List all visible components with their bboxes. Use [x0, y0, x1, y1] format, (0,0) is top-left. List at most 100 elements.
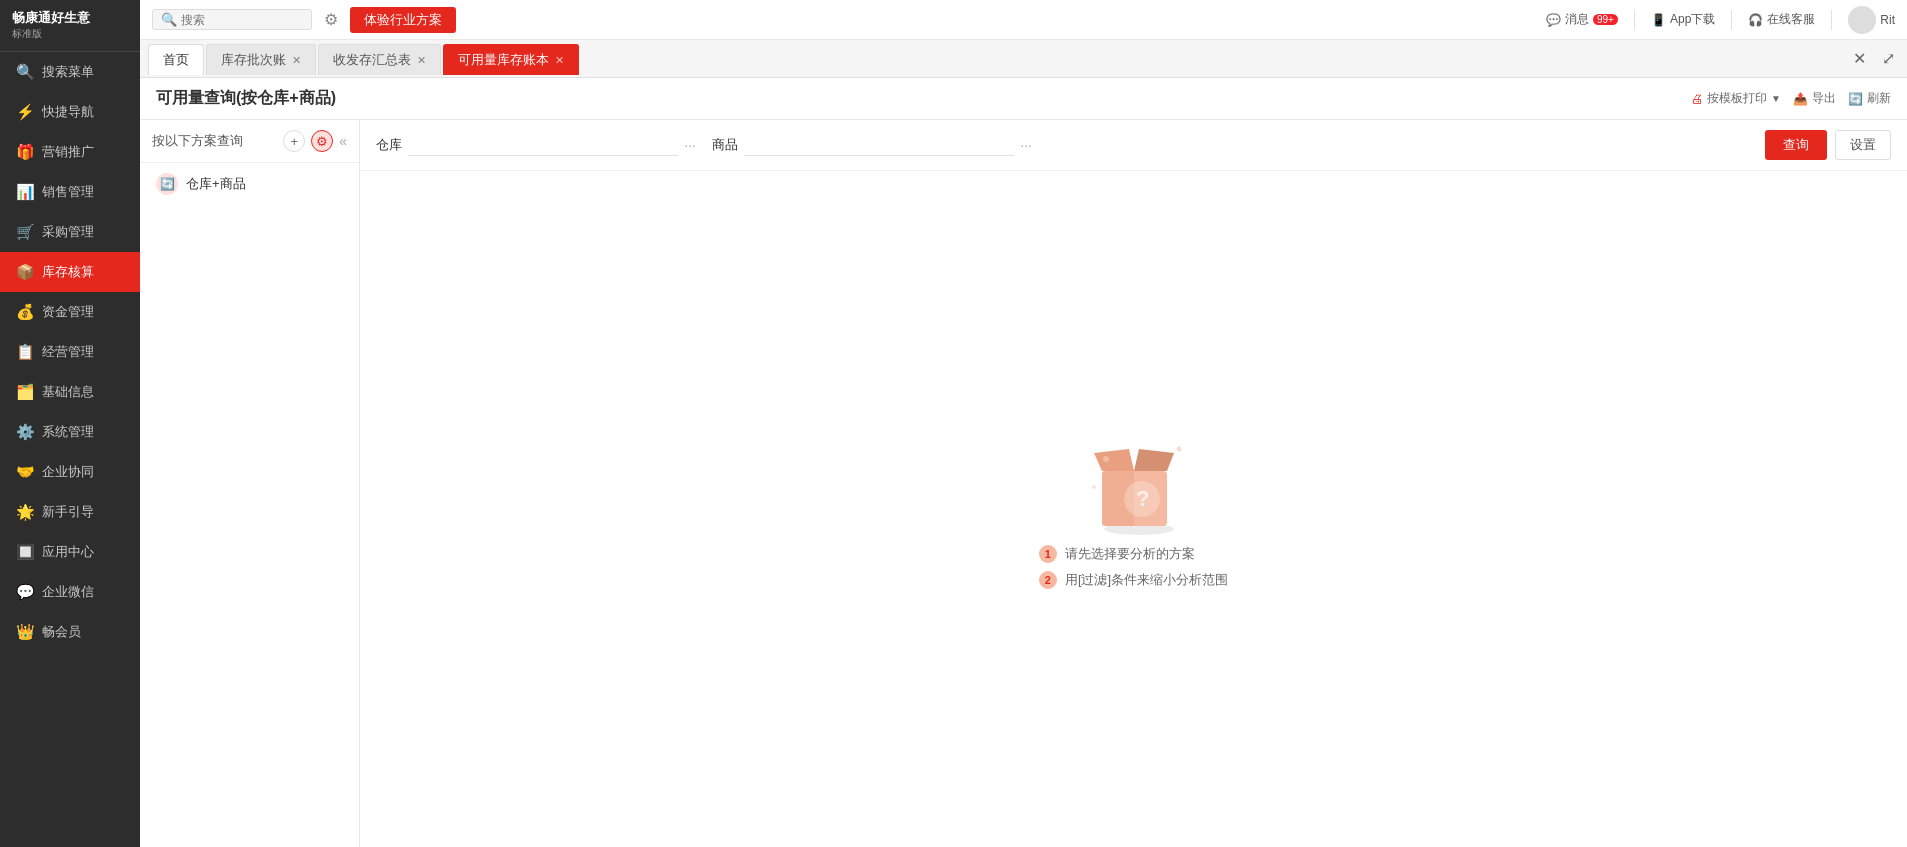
svg-marker-2: [1094, 449, 1134, 471]
brand-name: 畅康通好生意: [12, 10, 128, 27]
user-profile[interactable]: Rit: [1848, 6, 1895, 34]
search-input[interactable]: [181, 13, 291, 27]
add-scheme-button[interactable]: +: [283, 130, 305, 152]
filter-panel-title: 按以下方案查询: [152, 132, 243, 150]
sidebar-header: 畅康通好生意 标准版: [0, 0, 140, 52]
sidebar-item-label: 搜索菜单: [42, 63, 94, 81]
filter-panel: 按以下方案查询 + ⚙ « 🔄 仓库+商品: [140, 120, 360, 847]
sidebar-item-inventory[interactable]: 📦 库存核算: [0, 252, 140, 292]
collapse-panel-button[interactable]: «: [339, 133, 347, 149]
handshake-icon: 🤝: [16, 463, 34, 481]
divider3: [1831, 10, 1832, 30]
svg-text:?: ?: [1136, 486, 1149, 511]
sidebar-item-label: 畅会员: [42, 623, 81, 641]
print-label: 按模板打印: [1707, 90, 1767, 107]
empty-state: ? 1 请先选择要分析的方案 2 用[过滤]条件来缩小分析范围: [360, 171, 1907, 847]
goods-input[interactable]: [744, 134, 1014, 156]
topbar-search-box[interactable]: 🔍: [152, 9, 312, 30]
setting-button[interactable]: 设置: [1835, 130, 1891, 160]
divider: [1634, 10, 1635, 30]
sidebar-item-label: 资金管理: [42, 303, 94, 321]
messages-button[interactable]: 💬 消息 99+: [1546, 11, 1618, 28]
svg-point-9: [1092, 485, 1096, 489]
refresh-button[interactable]: 🔄 刷新: [1848, 90, 1891, 107]
sidebar-item-marketing[interactable]: 🎁 营销推广: [0, 132, 140, 172]
phone-icon: 📱: [1651, 13, 1666, 27]
refresh-label: 刷新: [1867, 90, 1891, 107]
query-button[interactable]: 查询: [1765, 130, 1827, 160]
filter-scheme-label: 仓库+商品: [186, 175, 246, 193]
filter-scheme-item[interactable]: 🔄 仓库+商品: [140, 163, 359, 205]
money-icon: 💰: [16, 303, 34, 321]
sidebar-item-label: 营销推广: [42, 143, 94, 161]
plus-icon: +: [290, 134, 298, 149]
topbar-right: 💬 消息 99+ 📱 App下载 🎧 在线客服 Rit: [1546, 6, 1895, 34]
sidebar-item-finance[interactable]: 💰 资金管理: [0, 292, 140, 332]
sidebar-item-label: 基础信息: [42, 383, 94, 401]
empty-tips: 1 请先选择要分析的方案 2 用[过滤]条件来缩小分析范围: [1039, 545, 1228, 589]
tab-available-label: 可用量库存账本: [458, 51, 549, 69]
warehouse-more-button[interactable]: ···: [684, 137, 696, 153]
tabbar-actions: ✕ ⤢: [1849, 47, 1899, 70]
tab-home-label: 首页: [163, 51, 189, 69]
settings-icon[interactable]: ⚙: [320, 10, 342, 29]
close-tab-button[interactable]: ✕: [1849, 47, 1870, 70]
sidebar-nav: 🔍 搜索菜单 ⚡ 快捷导航 🎁 营销推广 📊 销售管理 🛒 采购管理 📦 库存核…: [0, 52, 140, 847]
sidebar-item-search[interactable]: 🔍 搜索菜单: [0, 52, 140, 92]
sidebar-item-basic[interactable]: 🗂️ 基础信息: [0, 372, 140, 412]
messages-badge: 99+: [1593, 14, 1618, 25]
tab-available[interactable]: 可用量库存账本 ✕: [443, 44, 579, 75]
divider2: [1731, 10, 1732, 30]
tab-summary[interactable]: 收发存汇总表 ✕: [318, 44, 441, 75]
app-download-button[interactable]: 📱 App下载: [1651, 11, 1715, 28]
sidebar-item-sales[interactable]: 📊 销售管理: [0, 172, 140, 212]
search-icon: 🔍: [161, 12, 177, 27]
sidebar-item-purchase[interactable]: 🛒 采购管理: [0, 212, 140, 252]
message-icon: 💬: [1546, 13, 1561, 27]
sidebar-item-member[interactable]: 👑 畅会员: [0, 612, 140, 652]
apps-icon: 🔲: [16, 543, 34, 561]
industry-solution-button[interactable]: 体验行业方案: [350, 7, 456, 33]
warehouse-input[interactable]: [408, 134, 678, 156]
tab-summary-close[interactable]: ✕: [417, 54, 426, 67]
sidebar-item-operations[interactable]: 📋 经营管理: [0, 332, 140, 372]
scheme-settings-button[interactable]: ⚙: [311, 130, 333, 152]
tab-home[interactable]: 首页: [148, 44, 204, 75]
expand-button[interactable]: ⤢: [1878, 47, 1899, 70]
tab-summary-label: 收发存汇总表: [333, 51, 411, 69]
export-button[interactable]: 📤 导出: [1793, 90, 1836, 107]
settings-icon: ⚙: [316, 134, 328, 149]
sidebar-item-guide[interactable]: 🌟 新手引导: [0, 492, 140, 532]
brand-sub: 标准版: [12, 27, 128, 41]
headset-icon: 🎧: [1748, 13, 1763, 27]
page-title: 可用量查询(按仓库+商品): [156, 88, 336, 109]
right-panel: 仓库 ··· 商品 ··· 查询 设置: [360, 120, 1907, 847]
online-service-label: 在线客服: [1767, 11, 1815, 28]
empty-tip-1: 1 请先选择要分析的方案: [1039, 545, 1228, 563]
tab-batch[interactable]: 库存批次账 ✕: [206, 44, 316, 75]
empty-illustration: ?: [1084, 429, 1184, 529]
wechat-icon: 💬: [16, 583, 34, 601]
star-icon: 🌟: [16, 503, 34, 521]
online-service-button[interactable]: 🎧 在线客服: [1748, 11, 1815, 28]
tab-batch-label: 库存批次账: [221, 51, 286, 69]
printer-icon: 🖨: [1691, 92, 1703, 106]
tab-batch-close[interactable]: ✕: [292, 54, 301, 67]
sidebar-item-label: 经营管理: [42, 343, 94, 361]
print-button[interactable]: 🖨 按模板打印 ▼: [1691, 90, 1781, 107]
main-area: 🔍 ⚙ 体验行业方案 💬 消息 99+ 📱 App下载 🎧 在线客服: [140, 0, 1907, 847]
tab-available-close[interactable]: ✕: [555, 54, 564, 67]
content-area: 按以下方案查询 + ⚙ « 🔄 仓库+商品: [140, 120, 1907, 847]
sidebar-item-enterprise[interactable]: 🤝 企业协同: [0, 452, 140, 492]
sidebar-item-shortcut[interactable]: ⚡ 快捷导航: [0, 92, 140, 132]
sidebar-item-apps[interactable]: 🔲 应用中心: [0, 532, 140, 572]
svg-point-8: [1176, 447, 1181, 452]
sidebar-item-system[interactable]: ⚙️ 系统管理: [0, 412, 140, 452]
sidebar-item-wechat[interactable]: 💬 企业微信: [0, 572, 140, 612]
query-bar: 仓库 ··· 商品 ··· 查询 设置: [360, 120, 1907, 171]
page-header: 可用量查询(按仓库+商品) 🖨 按模板打印 ▼ 📤 导出 🔄 刷新: [140, 78, 1907, 120]
tip-text-2: 用[过滤]条件来缩小分析范围: [1065, 571, 1228, 589]
goods-more-button[interactable]: ···: [1020, 137, 1032, 153]
chart-icon: 📊: [16, 183, 34, 201]
page-header-actions: 🖨 按模板打印 ▼ 📤 导出 🔄 刷新: [1691, 90, 1891, 107]
